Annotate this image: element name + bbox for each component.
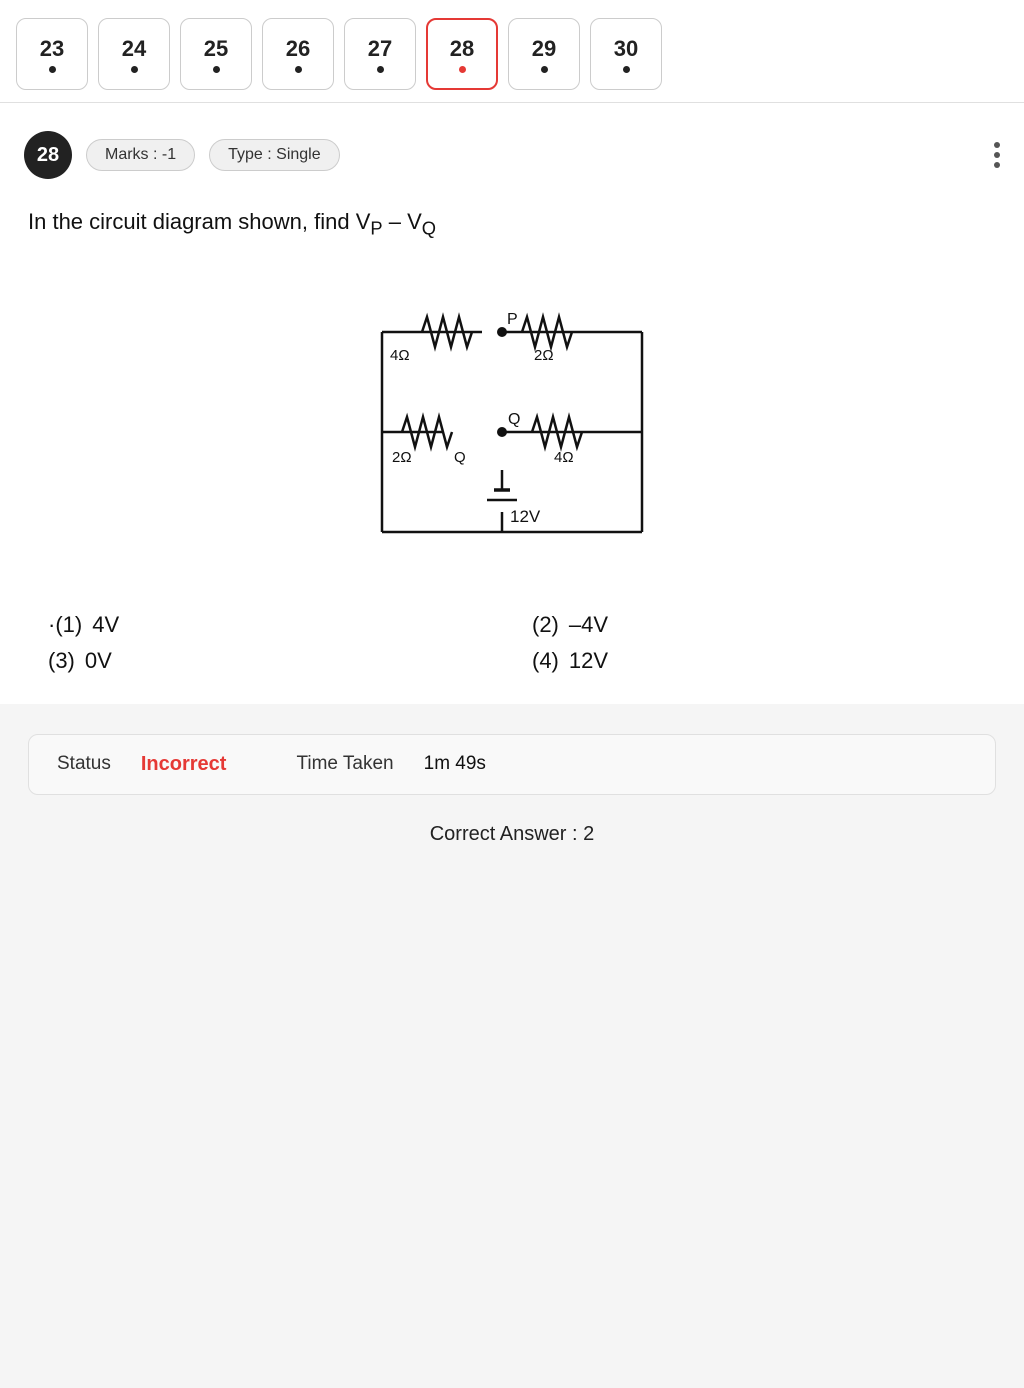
status-bar: Status Incorrect Time Taken 1m 49s [28,734,996,795]
option-1: ·(1) 4V [48,612,492,638]
option-3-number: (3) [48,648,75,674]
type-badge: Type : Single [209,139,340,171]
nav-number: 29 [532,36,556,62]
option-4-value: 12V [569,648,608,674]
nav-number: 27 [368,36,392,62]
question-number-badge: 28 [24,131,72,179]
option-2-number: (2) [532,612,559,638]
nav-number: 24 [122,36,146,62]
nav-item-27[interactable]: 27 [344,18,416,90]
time-taken-label: Time Taken [296,753,393,775]
time-taken-value: 1m 49s [424,753,486,775]
more-dot-1 [994,142,1000,148]
option-3: (3) 0V [48,648,492,674]
option-3-value: 0V [85,648,112,674]
nav-number: 25 [204,36,228,62]
option-2-value: –4V [569,612,608,638]
nav-dot [459,66,466,73]
nav-dot [49,66,56,73]
svg-text:Q: Q [508,411,520,428]
nav-item-29[interactable]: 29 [508,18,580,90]
nav-item-24[interactable]: 24 [98,18,170,90]
nav-number: 26 [286,36,310,62]
nav-number: 23 [40,36,64,62]
svg-text:2Ω: 2Ω [392,449,412,466]
nav-item-28[interactable]: 28 [426,18,498,90]
question-body: In the circuit diagram shown, find VP – … [0,195,1024,704]
nav-item-30[interactable]: 30 [590,18,662,90]
question-nav: 23 24 25 26 27 28 29 30 [0,0,1024,103]
correct-answer: Correct Answer : 2 [0,805,1024,876]
nav-dot [213,66,220,73]
svg-text:12V: 12V [510,507,541,526]
option-2: (2) –4V [532,612,976,638]
nav-dot [623,66,630,73]
nav-item-23[interactable]: 23 [16,18,88,90]
circuit-diagram: P Q [28,252,996,582]
option-1-number: ·(1) [48,612,82,638]
marks-badge: Marks : -1 [86,139,195,171]
status-label: Status [57,753,111,775]
question-header: 28 Marks : -1 Type : Single [0,103,1024,195]
nav-dot [295,66,302,73]
svg-text:4Ω: 4Ω [554,449,574,466]
status-value: Incorrect [141,753,227,776]
option-4-number: (4) [532,648,559,674]
svg-text:4Ω: 4Ω [390,347,410,364]
nav-number: 30 [614,36,638,62]
more-dot-2 [994,152,1000,158]
circuit-svg: P Q [302,252,722,582]
svg-text:P: P [507,311,518,328]
nav-item-25[interactable]: 25 [180,18,252,90]
options-grid: ·(1) 4V (2) –4V (3) 0V (4) 12V [28,602,996,684]
more-dot-3 [994,162,1000,168]
option-1-value: 4V [92,612,119,638]
svg-text:2Ω: 2Ω [534,347,554,364]
svg-text:Q: Q [454,449,466,466]
nav-dot [541,66,548,73]
nav-dot [377,66,384,73]
nav-item-26[interactable]: 26 [262,18,334,90]
nav-number: 28 [450,36,474,62]
option-4: (4) 12V [532,648,976,674]
question-text: In the circuit diagram shown, find VP – … [28,205,996,242]
more-options-button[interactable] [994,142,1000,168]
nav-dot [131,66,138,73]
